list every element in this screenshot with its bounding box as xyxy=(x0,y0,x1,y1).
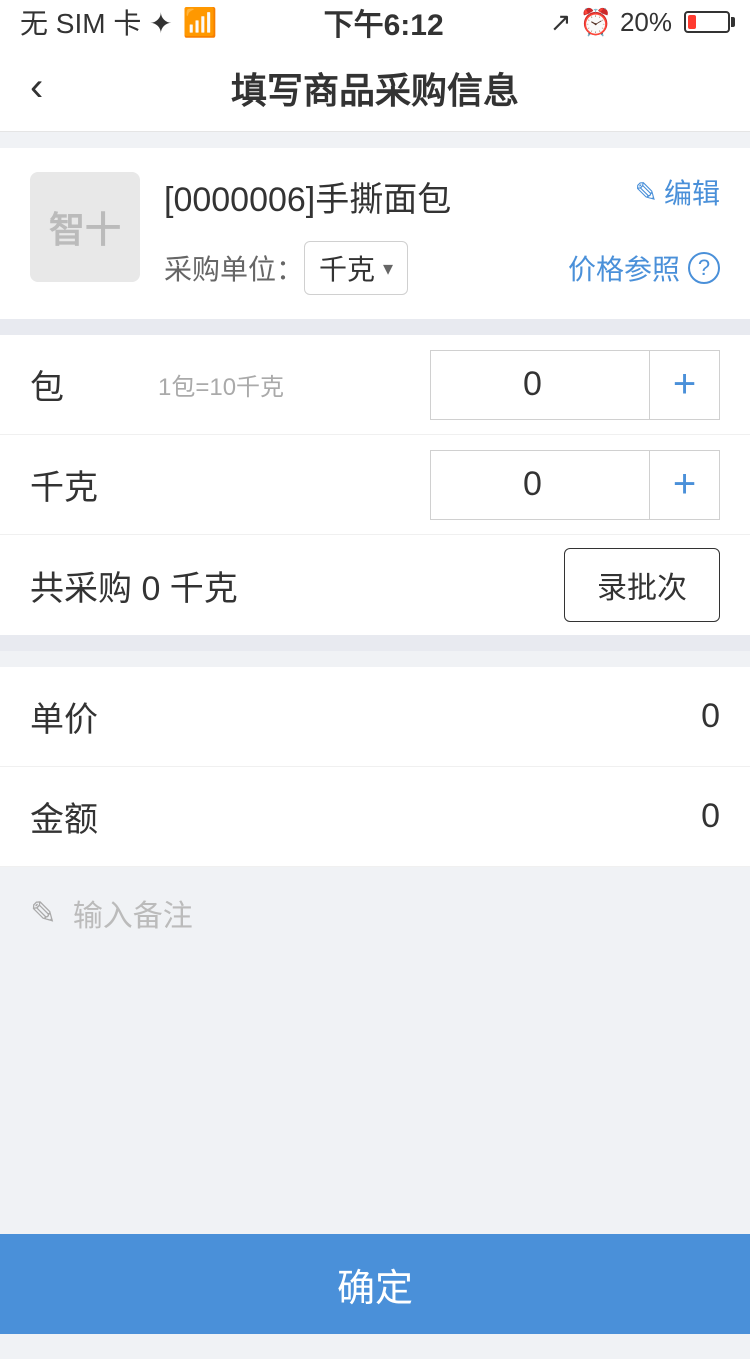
signal-text: 无 SIM 卡 ✦ xyxy=(20,2,173,42)
unit-label: 采购单位： xyxy=(164,248,304,288)
notes-placeholder: 输入备注 xyxy=(73,891,193,935)
bag-input-row: 包 1包=10千克 + xyxy=(0,335,750,435)
page-title: 填写商品采购信息 xyxy=(231,62,519,114)
product-card: 智十 [0000006]手撕面包 ✎ 编辑 采购单位： 千克 ▾ xyxy=(0,148,750,319)
status-bar: 无 SIM 卡 ✦ 📶 下午6:12 ↗ ⏰ 20% xyxy=(0,0,750,44)
location-icon: ↗ xyxy=(550,7,572,38)
edit-icon: ✎ xyxy=(635,176,658,209)
edit-button[interactable]: ✎ 编辑 xyxy=(635,172,720,212)
kg-number-input[interactable] xyxy=(430,450,650,520)
product-header: [0000006]手撕面包 ✎ 编辑 xyxy=(164,172,720,221)
unit-price-row: 单价 0 xyxy=(0,667,750,767)
summary-text: 共采购 0 千克 xyxy=(30,561,238,610)
price-ref-button[interactable]: 价格参照 ? xyxy=(568,248,720,288)
empty-space xyxy=(0,959,750,1259)
product-name: [0000006]手撕面包 xyxy=(164,172,615,221)
product-info: [0000006]手撕面包 ✎ 编辑 采购单位： 千克 ▾ 价格参照 ? xyxy=(164,172,720,295)
status-bar-left: 无 SIM 卡 ✦ 📶 xyxy=(20,2,217,42)
notes-icon: ✎ xyxy=(30,894,57,932)
section-divider-2 xyxy=(0,635,750,651)
summary-row: 共采购 0 千克 录批次 xyxy=(0,535,750,635)
back-button[interactable]: ‹ xyxy=(20,55,53,120)
bag-plus-button[interactable]: + xyxy=(650,350,720,420)
input-section: 包 1包=10千克 + 千克 + 共采购 0 千克 录批次 xyxy=(0,335,750,635)
nav-bar: ‹ 填写商品采购信息 xyxy=(0,44,750,132)
status-bar-time: 下午6:12 xyxy=(324,0,444,44)
confirm-button[interactable]: 确定 xyxy=(0,1234,750,1334)
bag-input-control: + xyxy=(430,350,720,420)
kg-plus-button[interactable]: + xyxy=(650,450,720,520)
price-ref-label: 价格参照 xyxy=(568,248,680,288)
amount-row: 金额 0 xyxy=(0,767,750,867)
edit-label: 编辑 xyxy=(664,172,720,212)
kg-input-control: + xyxy=(430,450,720,520)
bag-sublabel: 1包=10千克 xyxy=(158,367,430,402)
amount-label: 金额 xyxy=(30,792,98,841)
kg-label: 千克 xyxy=(30,460,150,509)
help-icon: ? xyxy=(688,252,720,284)
amount-value: 0 xyxy=(701,797,720,836)
price-section: 单价 0 金额 0 xyxy=(0,667,750,867)
kg-input-row: 千克 + xyxy=(0,435,750,535)
unit-price-label: 单价 xyxy=(30,692,98,741)
unit-price-value: 0 xyxy=(701,697,720,736)
product-image-text: 智十 xyxy=(49,201,121,253)
bag-label: 包 xyxy=(30,360,150,409)
alarm-icon: ⏰ xyxy=(580,7,612,38)
bag-number-input[interactable] xyxy=(430,350,650,420)
product-image: 智十 xyxy=(30,172,140,282)
battery-percent: 20% xyxy=(620,7,672,38)
chevron-down-icon: ▾ xyxy=(383,256,393,281)
battery-icon xyxy=(684,11,730,33)
wifi-icon: 📶 xyxy=(183,6,218,39)
unit-value: 千克 xyxy=(319,248,375,288)
status-bar-right: ↗ ⏰ 20% xyxy=(550,7,730,38)
section-divider-1 xyxy=(0,319,750,335)
record-batch-button[interactable]: 录批次 xyxy=(564,548,720,622)
product-unit-row: 采购单位： 千克 ▾ 价格参照 ? xyxy=(164,241,720,295)
unit-select[interactable]: 千克 ▾ xyxy=(304,241,408,295)
notes-section[interactable]: ✎ 输入备注 xyxy=(0,867,750,959)
